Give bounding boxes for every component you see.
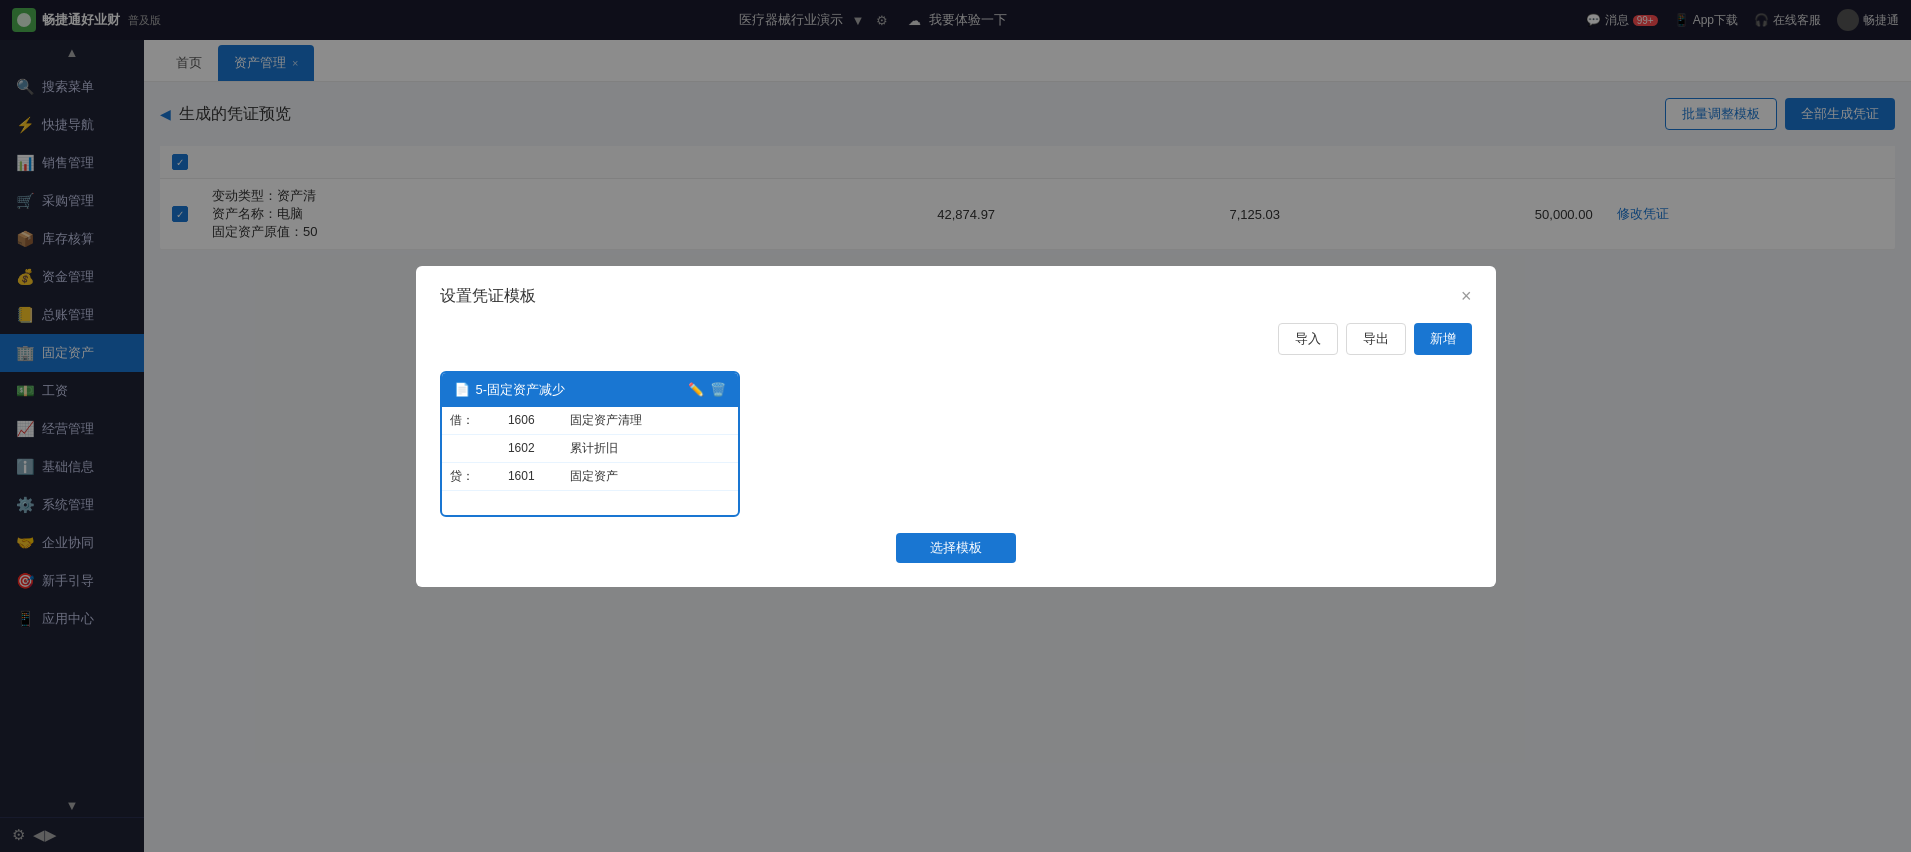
template-entry-row: 1602 累计折旧 — [442, 434, 738, 462]
entry-name-1: 累计折旧 — [562, 434, 691, 462]
template-title: 5-固定资产减少 — [476, 381, 566, 399]
entry-debit-1 — [691, 434, 714, 462]
import-btn[interactable]: 导入 — [1278, 323, 1338, 355]
template-file-icon: 📄 — [454, 382, 470, 397]
dialog-close-btn[interactable]: × — [1461, 286, 1472, 307]
entry-code-0: 1606 — [500, 407, 562, 435]
entry-debit-0 — [691, 407, 714, 435]
entry-code-1: 1602 — [500, 434, 562, 462]
entry-debit-2 — [691, 462, 714, 490]
template-card-header-actions: ✏️ 🗑️ — [688, 382, 726, 397]
select-btn-area: 选择模板 — [440, 533, 1472, 563]
template-card: 📄 5-固定资产减少 ✏️ 🗑️ 借： 1606 — [440, 371, 740, 517]
template-entry-row: 借： 1606 固定资产清理 — [442, 407, 738, 435]
new-btn[interactable]: 新增 — [1414, 323, 1472, 355]
entry-credit-0 — [714, 407, 737, 435]
template-card-header: 📄 5-固定资产减少 ✏️ 🗑️ — [442, 373, 738, 407]
dialog-body: 📄 5-固定资产减少 ✏️ 🗑️ 借： 1606 — [416, 371, 1496, 587]
template-edit-icon[interactable]: ✏️ — [688, 382, 704, 397]
entry-code-2: 1601 — [500, 462, 562, 490]
export-btn[interactable]: 导出 — [1346, 323, 1406, 355]
template-entries-table: 借： 1606 固定资产清理 1602 累计折旧 — [442, 407, 738, 515]
entry-credit-1 — [714, 434, 737, 462]
dialog: 设置凭证模板 × 导入 导出 新增 📄 5-固定资产减少 ✏️ 🗑️ — [416, 266, 1496, 587]
entry-name-0: 固定资产清理 — [562, 407, 691, 435]
entry-direction-1 — [442, 434, 500, 462]
template-empty-row — [442, 490, 738, 515]
template-card-body: 借： 1606 固定资产清理 1602 累计折旧 — [442, 407, 738, 515]
dialog-overlay: 设置凭证模板 × 导入 导出 新增 📄 5-固定资产减少 ✏️ 🗑️ — [0, 0, 1911, 852]
dialog-toolbar: 导入 导出 新增 — [416, 307, 1496, 371]
template-delete-icon[interactable]: 🗑️ — [710, 382, 726, 397]
template-entry-row: 贷： 1601 固定资产 — [442, 462, 738, 490]
dialog-header: 设置凭证模板 × — [416, 266, 1496, 307]
entry-direction-0: 借： — [442, 407, 500, 435]
dialog-title: 设置凭证模板 — [440, 286, 536, 307]
entry-direction-2: 贷： — [442, 462, 500, 490]
template-card-header-left: 📄 5-固定资产减少 — [454, 381, 566, 399]
entry-name-2: 固定资产 — [562, 462, 691, 490]
entry-credit-2 — [714, 462, 737, 490]
select-template-btn[interactable]: 选择模板 — [896, 533, 1016, 563]
